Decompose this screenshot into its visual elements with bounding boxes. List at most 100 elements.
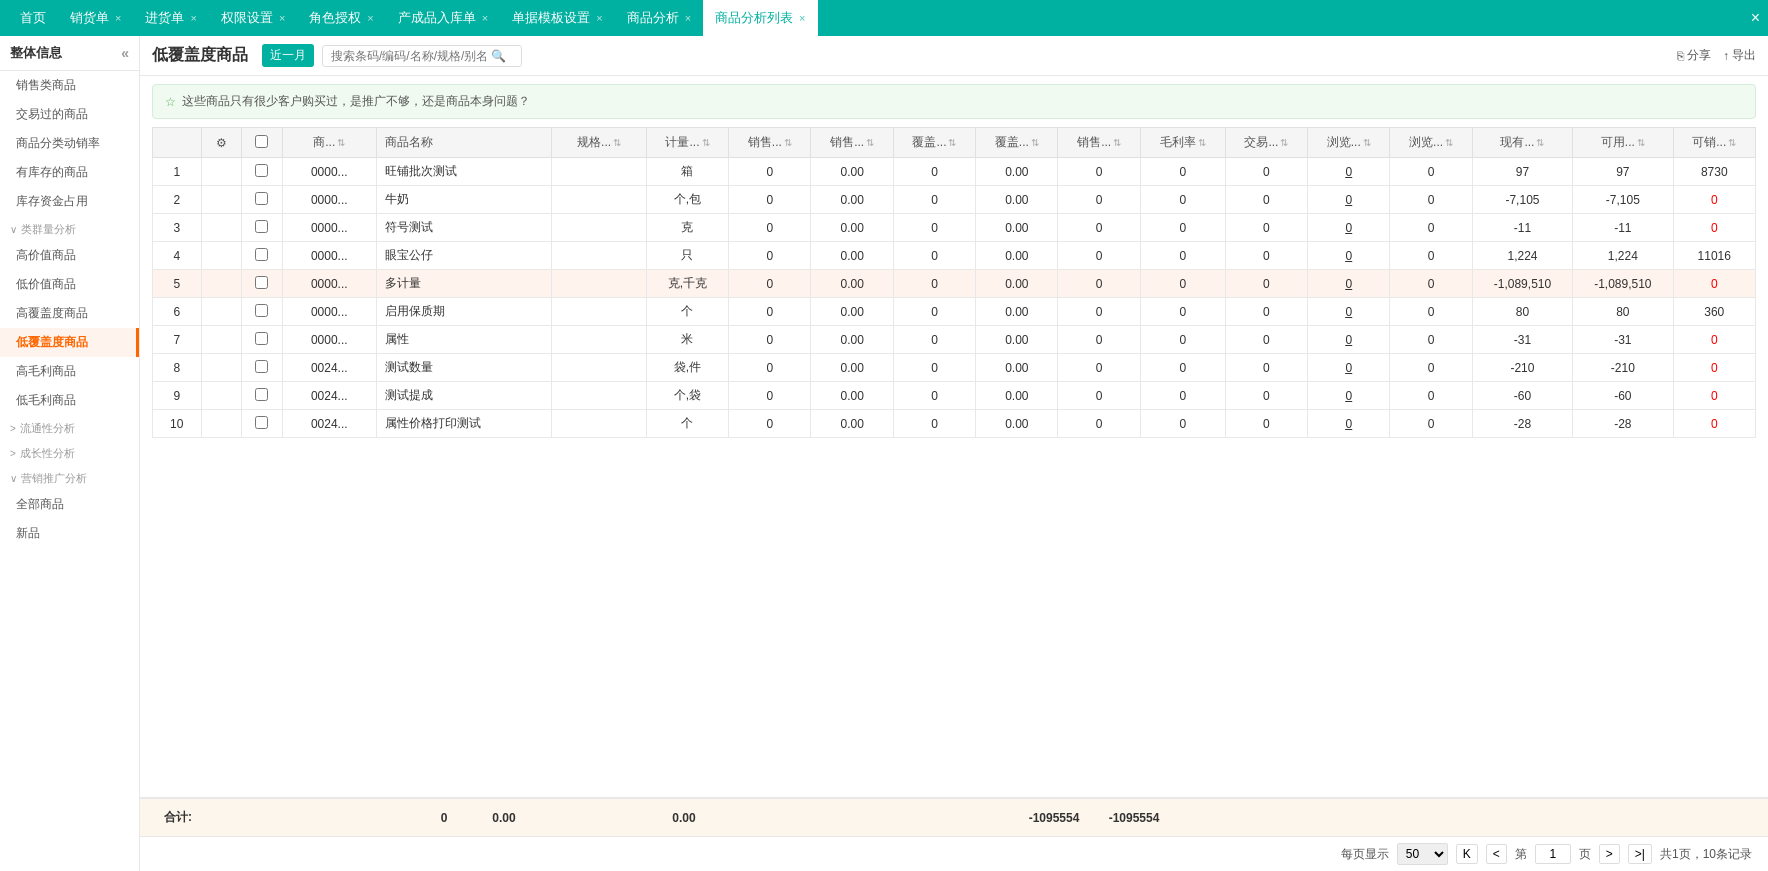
time-filter-button[interactable]: 近一月 (262, 44, 314, 67)
col-header-browse2[interactable]: 浏览...⇅ (1390, 128, 1472, 158)
sidebar-item-high-profit[interactable]: 高毛利商品 (0, 357, 139, 386)
nav-sales[interactable]: 销货单 × (58, 0, 133, 36)
sidebar-item-stocked-goods[interactable]: 有库存的商品 (0, 158, 139, 187)
cell-gear[interactable] (201, 298, 241, 326)
nav-analysis[interactable]: 商品分析 × (615, 0, 703, 36)
col-header-stock[interactable]: 现有...⇅ (1472, 128, 1572, 158)
cell-checkbox[interactable] (242, 186, 282, 214)
sidebar-section-flow[interactable]: > 流通性分析 (0, 415, 139, 440)
close-icon[interactable]: × (685, 12, 691, 24)
sidebar-section-cluster[interactable]: ∨ 类群量分析 (0, 216, 139, 241)
row-checkbox[interactable] (255, 388, 268, 401)
search-input[interactable] (331, 49, 491, 63)
sidebar-item-capital[interactable]: 库存资金占用 (0, 187, 139, 216)
col-header-unit[interactable]: 计量...⇅ (646, 128, 728, 158)
cell-checkbox[interactable] (242, 298, 282, 326)
cell-gear[interactable] (201, 186, 241, 214)
last-page-button[interactable]: >| (1628, 844, 1652, 864)
row-checkbox[interactable] (255, 276, 268, 289)
sidebar-toggle-button[interactable]: « (121, 45, 129, 61)
sidebar-item-low-coverage[interactable]: 低覆盖度商品 (0, 328, 139, 357)
sidebar-item-new-goods[interactable]: 新品 (0, 519, 139, 548)
cell-checkbox[interactable] (242, 354, 282, 382)
sidebar-section-growth[interactable]: > 成长性分析 (0, 440, 139, 465)
nav-template[interactable]: 单据模板设置 × (500, 0, 614, 36)
cell-gear[interactable] (201, 382, 241, 410)
col-header-sales-amt[interactable]: 销售...⇅ (811, 128, 893, 158)
col-header-sales-qty[interactable]: 销售...⇅ (729, 128, 811, 158)
cell-checkbox[interactable] (242, 326, 282, 354)
prev-page-button[interactable]: < (1486, 844, 1507, 864)
export-button[interactable]: ↑ 导出 (1723, 47, 1756, 64)
page-number-input[interactable] (1535, 844, 1571, 864)
row-checkbox[interactable] (255, 332, 268, 345)
cell-checkbox[interactable] (242, 270, 282, 298)
cell-gear[interactable] (201, 326, 241, 354)
sidebar-section-marketing[interactable]: ∨ 营销推广分析 (0, 465, 139, 490)
cell-browse1[interactable]: 0 (1308, 186, 1390, 214)
cell-browse1[interactable]: 0 (1308, 270, 1390, 298)
cell-browse1[interactable]: 0 (1308, 326, 1390, 354)
col-header-browse1[interactable]: 浏览...⇅ (1308, 128, 1390, 158)
row-checkbox[interactable] (255, 304, 268, 317)
row-checkbox[interactable] (255, 248, 268, 261)
table-wrapper[interactable]: ⚙ 商...⇅ 商品名称 规格...⇅ 计量...⇅ 销售...⇅ 销售...⇅… (152, 127, 1756, 797)
col-header-name[interactable]: 商品名称 (376, 128, 551, 158)
col-header-gear[interactable]: ⚙ (201, 128, 241, 158)
next-page-button[interactable]: > (1599, 844, 1620, 864)
nav-home[interactable]: 首页 (8, 0, 58, 36)
close-icon[interactable]: × (190, 12, 196, 24)
cell-gear[interactable] (201, 242, 241, 270)
cell-checkbox[interactable] (242, 410, 282, 438)
col-header-spec[interactable]: 规格...⇅ (552, 128, 646, 158)
sidebar-item-low-value[interactable]: 低价值商品 (0, 270, 139, 299)
first-page-button[interactable]: K (1456, 844, 1478, 864)
cell-browse1[interactable]: 0 (1308, 354, 1390, 382)
nav-analysis-list[interactable]: 商品分析列表 × (703, 0, 817, 36)
cell-gear[interactable] (201, 214, 241, 242)
cell-browse1[interactable]: 0 (1308, 410, 1390, 438)
search-icon[interactable]: 🔍 (491, 49, 506, 63)
close-icon[interactable]: × (367, 12, 373, 24)
col-header-sku[interactable]: 商...⇅ (282, 128, 376, 158)
cell-checkbox[interactable] (242, 242, 282, 270)
sidebar-item-traded-goods[interactable]: 交易过的商品 (0, 100, 139, 129)
sidebar-item-low-profit[interactable]: 低毛利商品 (0, 386, 139, 415)
row-checkbox[interactable] (255, 360, 268, 373)
cell-browse1[interactable]: 0 (1308, 214, 1390, 242)
cell-checkbox[interactable] (242, 214, 282, 242)
col-header-checkbox[interactable] (242, 128, 282, 158)
share-button[interactable]: ⎘ 分享 (1677, 47, 1711, 64)
cell-browse1[interactable]: 0 (1308, 242, 1390, 270)
col-header-sales3[interactable]: 销售...⇅ (1058, 128, 1140, 158)
col-header-coverage1[interactable]: 覆盖...⇅ (893, 128, 975, 158)
cell-gear[interactable] (201, 410, 241, 438)
sidebar-item-high-coverage[interactable]: 高覆盖度商品 (0, 299, 139, 328)
row-checkbox[interactable] (255, 220, 268, 233)
col-header-avail[interactable]: 可用...⇅ (1573, 128, 1673, 158)
sidebar-item-all-goods[interactable]: 全部商品 (0, 490, 139, 519)
cell-checkbox[interactable] (242, 382, 282, 410)
cell-browse1[interactable]: 0 (1308, 298, 1390, 326)
sidebar-item-sales-goods[interactable]: 销售类商品 (0, 71, 139, 100)
close-icon[interactable]: × (115, 12, 121, 24)
sidebar-item-category-rate[interactable]: 商品分类动销率 (0, 129, 139, 158)
col-header-coverage2[interactable]: 覆盖...⇅ (976, 128, 1058, 158)
row-checkbox[interactable] (255, 416, 268, 429)
col-header-trade[interactable]: 交易...⇅ (1225, 128, 1307, 158)
cell-browse1[interactable]: 0 (1308, 158, 1390, 186)
close-icon[interactable]: × (799, 12, 805, 24)
select-all-checkbox[interactable] (255, 135, 268, 148)
row-checkbox[interactable] (255, 164, 268, 177)
cell-gear[interactable] (201, 158, 241, 186)
nav-finished[interactable]: 产成品入库单 × (386, 0, 500, 36)
cell-browse1[interactable]: 0 (1308, 382, 1390, 410)
nav-role[interactable]: 角色授权 × (297, 0, 385, 36)
col-header-gross-rate[interactable]: 毛利率⇅ (1140, 128, 1225, 158)
sidebar-item-high-value[interactable]: 高价值商品 (0, 241, 139, 270)
close-all-button[interactable]: × (1751, 9, 1760, 27)
close-icon[interactable]: × (596, 12, 602, 24)
nav-purchase[interactable]: 进货单 × (133, 0, 208, 36)
close-icon[interactable]: × (279, 12, 285, 24)
cell-gear[interactable] (201, 270, 241, 298)
